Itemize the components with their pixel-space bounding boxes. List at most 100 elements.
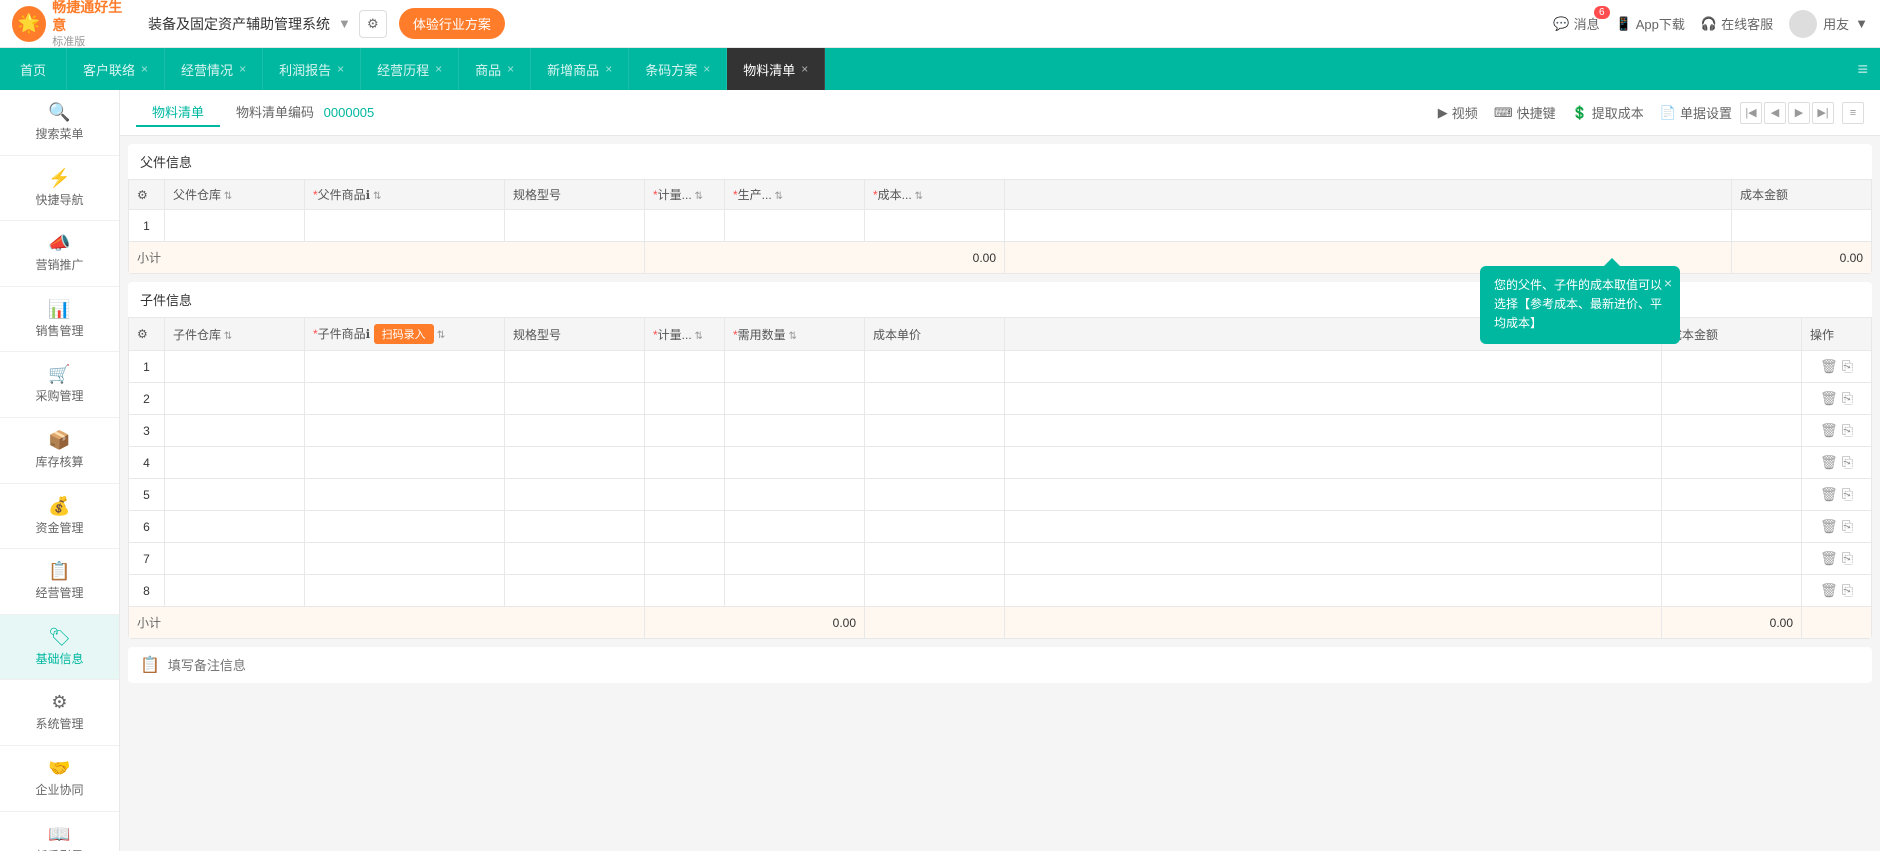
tab-bom[interactable]: 物料清单 × (727, 48, 825, 90)
parent-col-produce[interactable]: *生产... (725, 180, 865, 210)
child-row-2-quantity[interactable] (725, 383, 865, 415)
child-row-4-quantity[interactable] (725, 447, 865, 479)
tab-barcode[interactable]: 条码方案 × (629, 48, 727, 90)
child-row-1-unit-cost[interactable] (865, 351, 1005, 383)
child-row-5-copy-icon[interactable]: ⎘ (1842, 486, 1853, 503)
child-row-3-delete-icon[interactable]: 🗑 (1820, 422, 1838, 439)
user-area[interactable]: 用友 ▼ (1789, 10, 1868, 38)
nav-first-button[interactable]: |◀ (1740, 102, 1762, 124)
child-row-3-quantity[interactable] (725, 415, 865, 447)
sidebar-item-inventory[interactable]: 📦 库存核算 (0, 418, 119, 484)
tab-customer[interactable]: 客户联络 × (67, 48, 165, 90)
tab-home[interactable]: 首页 (0, 48, 67, 90)
child-row-3-unit-cost[interactable] (865, 415, 1005, 447)
tab-new-goods[interactable]: 新增商品 × (531, 48, 629, 90)
child-row-7-goods[interactable] (305, 543, 505, 575)
child-row-7-quantity[interactable] (725, 543, 865, 575)
child-row-8-spec[interactable] (505, 575, 645, 607)
child-col-unit[interactable]: *计量... (645, 318, 725, 351)
close-tab-operations[interactable]: × (239, 62, 246, 76)
close-tab-new-goods[interactable]: × (605, 62, 612, 76)
parent-col-goods[interactable]: *父件商品ℹ (305, 180, 505, 210)
child-row-3-copy-icon[interactable]: ⎘ (1842, 422, 1853, 439)
child-row-4-spec[interactable] (505, 447, 645, 479)
child-row-3-warehouse[interactable] (165, 415, 305, 447)
tab-history[interactable]: 经营历程 × (361, 48, 459, 90)
parent-col-cost[interactable]: *成本... (865, 180, 1005, 210)
child-row-8-copy-icon[interactable]: ⎘ (1842, 582, 1853, 599)
parent-row-1-warehouse[interactable] (165, 210, 305, 242)
child-col-warehouse[interactable]: 子件仓库 (165, 318, 305, 351)
sidebar-item-search[interactable]: 🔍 搜索菜单 (0, 90, 119, 156)
child-row-1-delete-icon[interactable]: 🗑 (1820, 358, 1838, 375)
child-row-2-delete-icon[interactable]: 🗑 (1820, 390, 1838, 407)
parent-col-warehouse[interactable]: 父件仓库 (165, 180, 305, 210)
scroll-container[interactable]: × 您的父件、子件的成本取值可以选择【参考成本、最新进价、平均成本】 父件信息 … (120, 136, 1880, 851)
child-row-6-spec[interactable] (505, 511, 645, 543)
child-row-3-unit[interactable] (645, 415, 725, 447)
child-row-2-spec[interactable] (505, 383, 645, 415)
child-row-8-goods[interactable] (305, 575, 505, 607)
close-tab-customer[interactable]: × (141, 62, 148, 76)
child-row-8-unit[interactable] (645, 575, 725, 607)
sidebar-item-purchase[interactable]: 🛒 采购管理 (0, 352, 119, 418)
parent-row-1-unit[interactable] (645, 210, 725, 242)
child-row-7-copy-icon[interactable]: ⎘ (1842, 550, 1853, 567)
child-col-goods[interactable]: *子件商品ℹ 扫码录入 (305, 318, 505, 351)
child-row-5-unit[interactable] (645, 479, 725, 511)
gear-button[interactable]: ⚙ (359, 10, 387, 38)
child-row-5-unit-cost[interactable] (865, 479, 1005, 511)
child-row-2-unit[interactable] (645, 383, 725, 415)
child-row-6-warehouse[interactable] (165, 511, 305, 543)
sidebar-item-management[interactable]: 📋 经营管理 (0, 549, 119, 615)
shortcut-button[interactable]: ⌨ 快捷键 (1494, 103, 1556, 122)
nav-prev-button[interactable]: ◀ (1764, 102, 1786, 124)
child-col-quantity[interactable]: *需用数量 (725, 318, 865, 351)
child-row-1-spec[interactable] (505, 351, 645, 383)
child-row-5-warehouse[interactable] (165, 479, 305, 511)
online-service-button[interactable]: 🎧 在线客服 (1701, 14, 1773, 33)
child-row-5-quantity[interactable] (725, 479, 865, 511)
child-row-8-delete-icon[interactable]: 🗑 (1820, 582, 1838, 599)
sidebar-item-quicknav[interactable]: ⚡ 快捷导航 (0, 156, 119, 222)
child-row-1-unit[interactable] (645, 351, 725, 383)
child-col-gear[interactable]: ⚙ (129, 318, 165, 351)
parent-row-1-cost[interactable] (865, 210, 1005, 242)
child-row-1-warehouse[interactable] (165, 351, 305, 383)
sidebar-item-system[interactable]: ⚙ 系统管理 (0, 680, 119, 746)
close-tab-goods[interactable]: × (507, 62, 514, 76)
child-row-7-unit[interactable] (645, 543, 725, 575)
sidebar-item-basic-info[interactable]: 🏷 基础信息 (0, 615, 119, 681)
child-row-1-quantity[interactable] (725, 351, 865, 383)
close-tab-bom[interactable]: × (801, 62, 808, 76)
parent-col-gear[interactable]: ⚙ (129, 180, 165, 210)
remark-input[interactable] (168, 658, 1860, 673)
sub-tab-bom-list[interactable]: 物料清单 (136, 98, 220, 127)
child-row-1-copy-icon[interactable]: ⎘ (1842, 358, 1853, 375)
sidebar-item-marketing[interactable]: 📣 营销推广 (0, 221, 119, 287)
child-row-8-quantity[interactable] (725, 575, 865, 607)
child-row-7-unit-cost[interactable] (865, 543, 1005, 575)
child-row-1-goods[interactable] (305, 351, 505, 383)
child-row-6-delete-icon[interactable]: 🗑 (1820, 518, 1838, 535)
child-row-8-unit-cost[interactable] (865, 575, 1005, 607)
child-row-4-unit[interactable] (645, 447, 725, 479)
child-row-5-goods[interactable] (305, 479, 505, 511)
parent-row-1-produce[interactable] (725, 210, 865, 242)
child-col-spec[interactable]: 规格型号 (505, 318, 645, 351)
parent-row-1-spec[interactable] (505, 210, 645, 242)
child-row-8-warehouse[interactable] (165, 575, 305, 607)
child-row-4-delete-icon[interactable]: 🗑 (1820, 454, 1838, 471)
child-row-6-unit-cost[interactable] (865, 511, 1005, 543)
document-settings-button[interactable]: 📄 单据设置 (1660, 103, 1732, 122)
parent-row-1-goods[interactable] (305, 210, 505, 242)
child-row-7-spec[interactable] (505, 543, 645, 575)
child-row-2-copy-icon[interactable]: ⎘ (1842, 390, 1853, 407)
tab-goods[interactable]: 商品 × (459, 48, 531, 90)
child-row-5-delete-icon[interactable]: 🗑 (1820, 486, 1838, 503)
scan-input-button[interactable]: 扫码录入 (374, 324, 434, 344)
video-button[interactable]: ▶ 视频 (1438, 103, 1478, 122)
sidebar-item-guide[interactable]: 📖 新手引导 (0, 812, 119, 851)
parent-col-spec[interactable]: 规格型号 (505, 180, 645, 210)
child-row-3-goods[interactable] (305, 415, 505, 447)
